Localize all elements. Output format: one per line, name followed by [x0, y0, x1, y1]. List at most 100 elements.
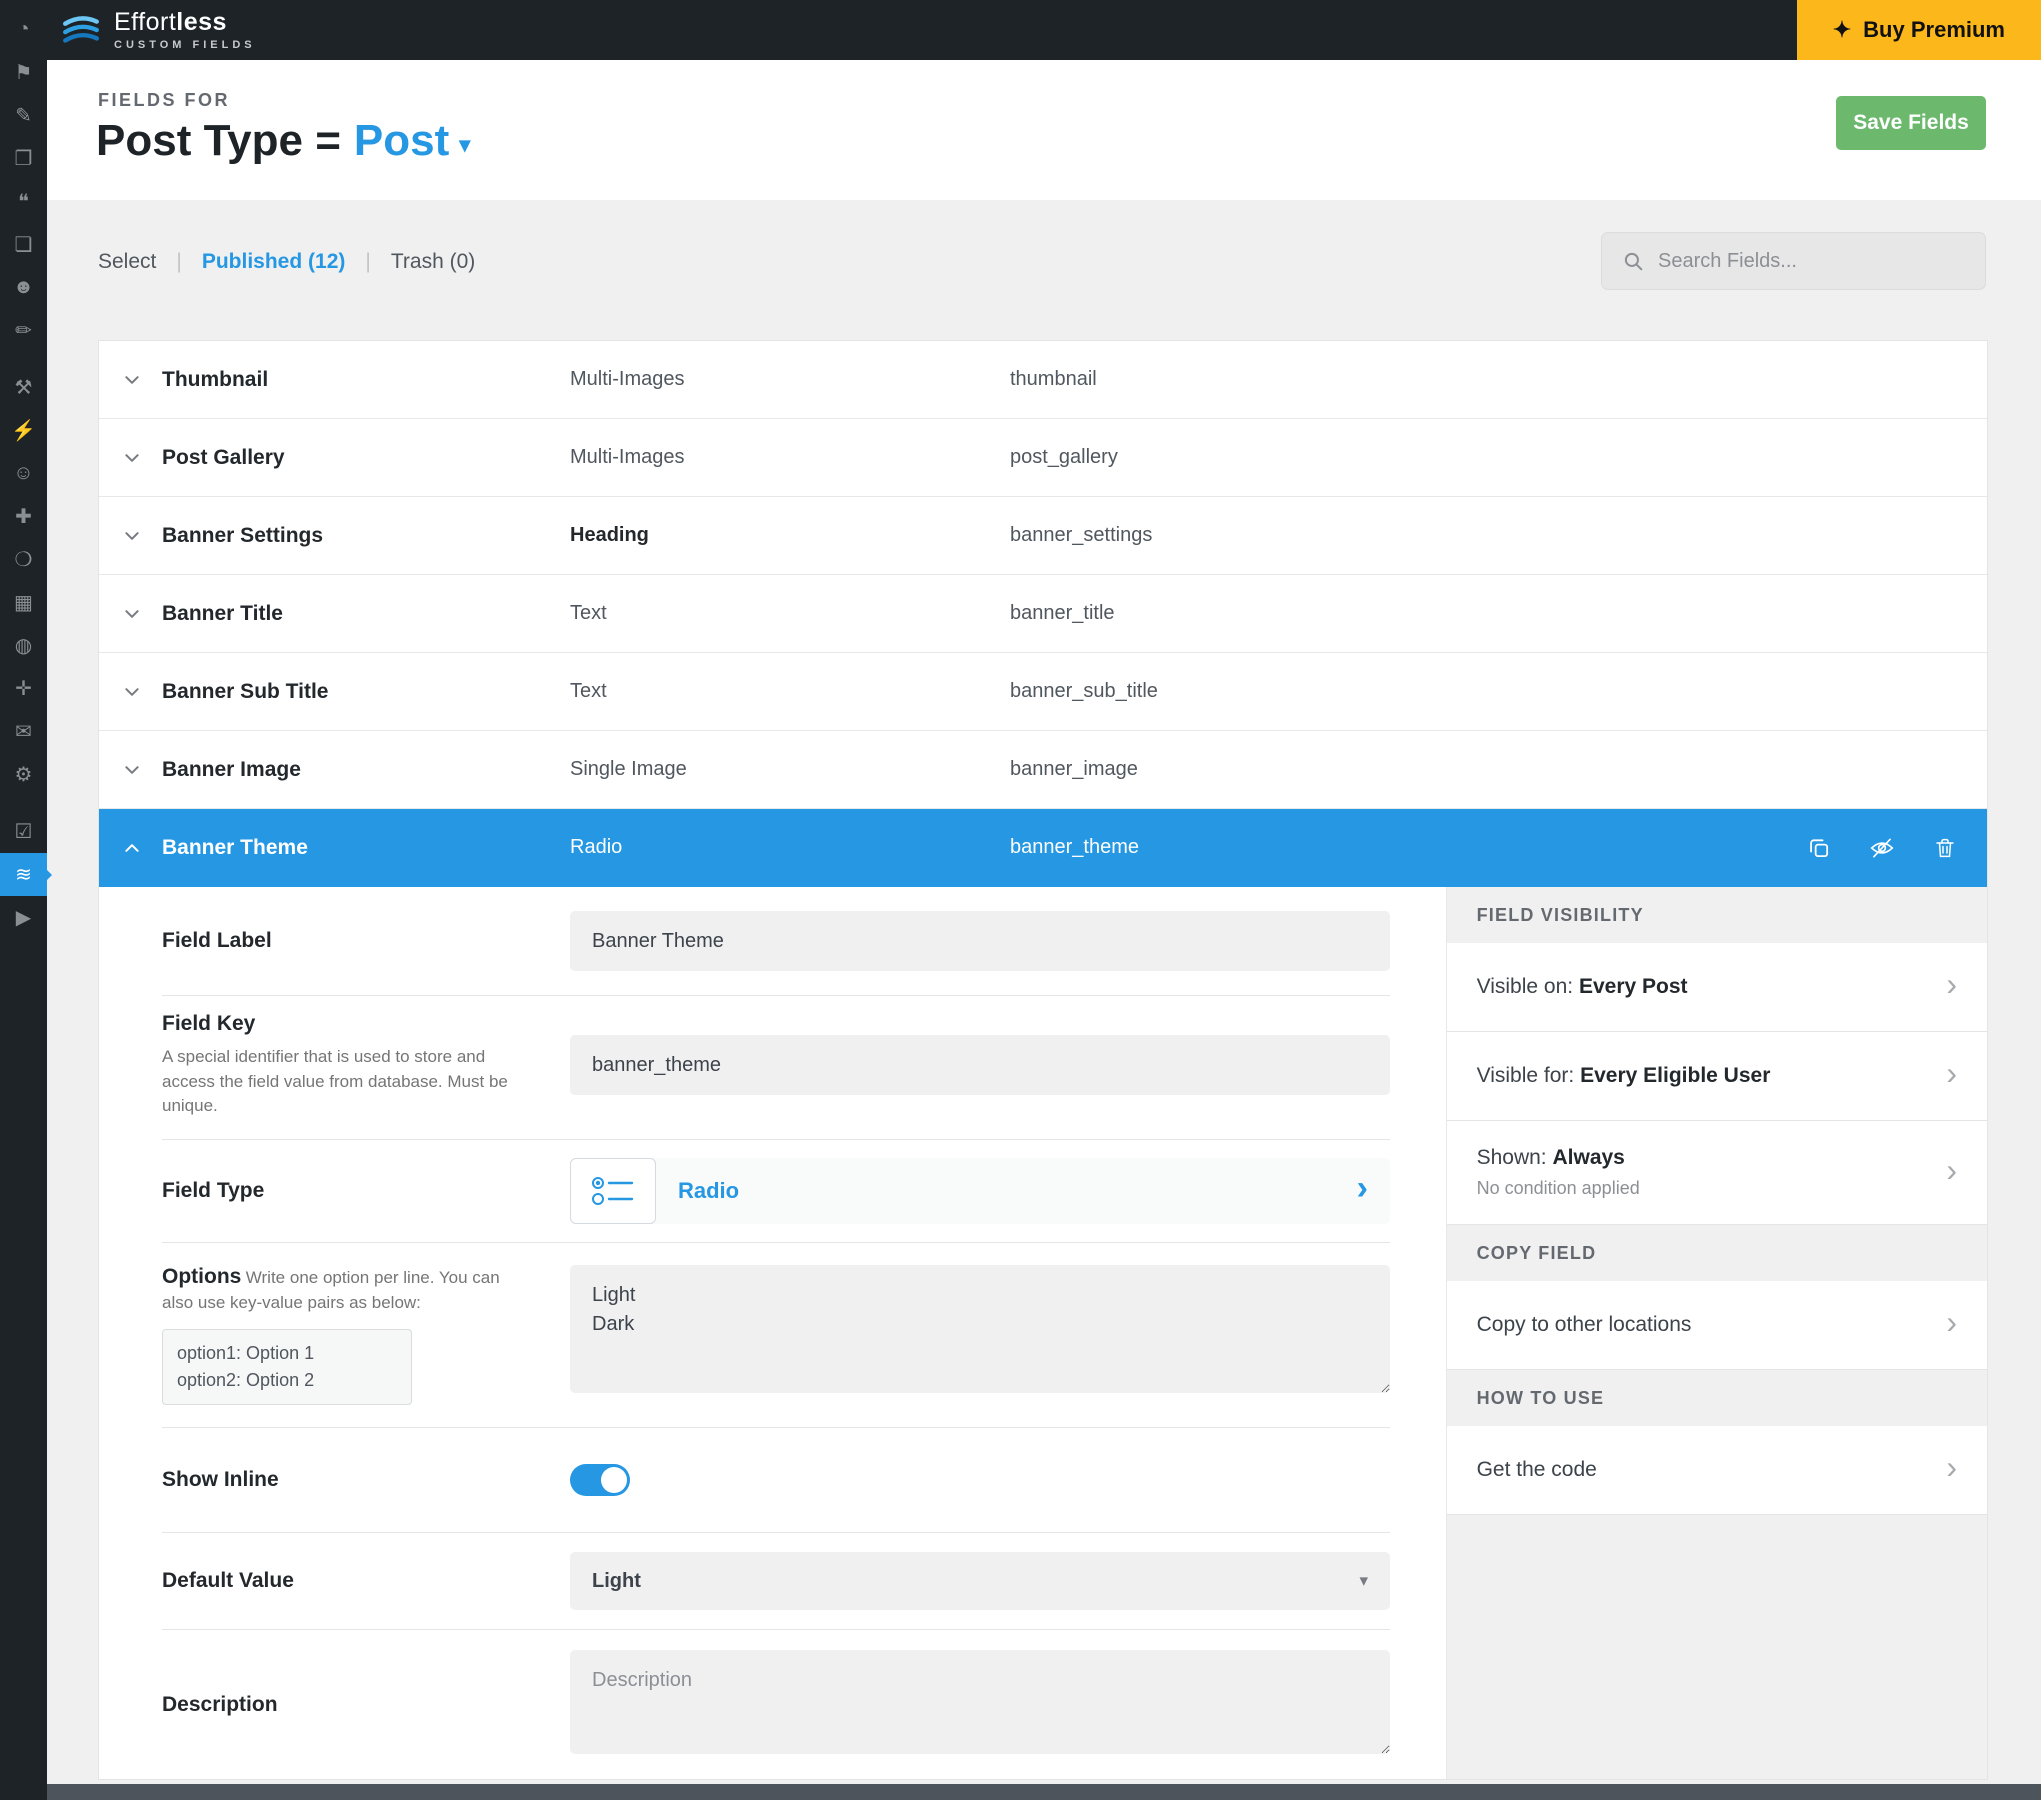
- how-to-use-header: HOW TO USE: [1476, 1387, 1605, 1408]
- chevron-right-icon: ›: [1946, 1449, 1957, 1485]
- video-icon[interactable]: ▶: [0, 896, 47, 939]
- posts-icon[interactable]: ✎: [0, 94, 47, 137]
- tab-select[interactable]: Select: [98, 250, 156, 274]
- hide-eye-off-icon[interactable]: [1869, 835, 1895, 861]
- chevron-down-icon[interactable]: [123, 761, 153, 779]
- options-textarea[interactable]: Light Dark: [570, 1264, 1390, 1393]
- field-type: Text: [570, 602, 607, 624]
- chevron-right-icon: ›: [1946, 1151, 1957, 1188]
- search-icon: [1624, 252, 1643, 271]
- description-label: Description: [162, 1692, 278, 1716]
- chevron-down-icon[interactable]: [123, 371, 153, 389]
- cloud-icon[interactable]: ❍: [0, 538, 47, 581]
- chevron-down-icon[interactable]: [123, 449, 153, 467]
- field-name: Banner Settings: [162, 523, 324, 547]
- field-row-thumbnail[interactable]: Thumbnail Multi-Images thumbnail: [99, 341, 1987, 419]
- sports-icon[interactable]: ◍: [0, 624, 47, 667]
- field-type-picker[interactable]: Radio ›: [570, 1157, 1390, 1224]
- post-type-selector[interactable]: Post: [354, 116, 449, 166]
- field-key-input[interactable]: banner_theme: [570, 1035, 1390, 1096]
- field-type: Multi-Images: [570, 446, 685, 468]
- show-inline-row: Show Inline: [162, 1428, 1390, 1534]
- copy-field-header: COPY FIELD: [1476, 1242, 1597, 1263]
- chevron-right-icon: ›: [1946, 1304, 1957, 1340]
- field-key: banner_theme: [1010, 836, 1139, 858]
- users-group-icon[interactable]: ☻: [0, 266, 47, 309]
- tab-published[interactable]: Published (12): [202, 250, 346, 274]
- sparkle-icon: ✦: [1832, 17, 1852, 42]
- duplicate-icon[interactable]: [1807, 836, 1831, 860]
- admin-topbar: Effortless CUSTOM FIELDS ✦ Buy Premium: [0, 0, 2041, 60]
- media-icon[interactable]: ❐: [0, 137, 47, 180]
- copy-to-other-locations-row[interactable]: Copy to other locations ›: [1446, 1281, 1987, 1370]
- get-code-text: Get the code: [1476, 1458, 1597, 1481]
- description-textarea[interactable]: [570, 1650, 1390, 1755]
- buy-premium-label: Buy Premium: [1863, 17, 2005, 42]
- mail-icon[interactable]: ✉: [0, 710, 47, 753]
- field-row-banner-settings[interactable]: Banner Settings Heading banner_settings: [99, 497, 1987, 575]
- settings-gear-icon[interactable]: ⚙: [0, 753, 47, 796]
- analytics-icon[interactable]: ▦: [0, 581, 47, 624]
- field-label-input[interactable]: Banner Theme: [570, 911, 1390, 971]
- bottom-edge: [47, 1784, 2041, 1800]
- move-icon[interactable]: ✛: [0, 667, 47, 710]
- pin-icon[interactable]: ⚑: [0, 51, 47, 94]
- chevron-down-icon[interactable]: [123, 605, 153, 623]
- tab-separator: |: [176, 250, 182, 273]
- chevron-right-icon: ›: [1946, 966, 1957, 1002]
- field-editor: Field Label Banner Theme Field Key A spe…: [99, 887, 1987, 1780]
- editor-icon[interactable]: ✏: [0, 309, 47, 352]
- get-the-code-row[interactable]: Get the code ›: [1446, 1426, 1987, 1515]
- shown-row[interactable]: Shown: Always No condition applied ›: [1446, 1121, 1987, 1225]
- shown-text: Shown: Always No condition applied: [1476, 1146, 1640, 1198]
- trash-icon[interactable]: [1933, 836, 1957, 860]
- save-fields-button[interactable]: Save Fields: [1836, 96, 1986, 150]
- field-row-banner-sub-title[interactable]: Banner Sub Title Text banner_sub_title: [99, 653, 1987, 731]
- field-row-banner-theme-expanded[interactable]: Banner Theme Radio banner_theme: [99, 809, 1987, 887]
- options-row: Options Write one option per line. You c…: [162, 1243, 1390, 1429]
- field-key-help: A special identifier that is used to sto…: [162, 1047, 508, 1116]
- chevron-up-icon[interactable]: [123, 839, 153, 857]
- search-fields-input[interactable]: [1658, 249, 1965, 273]
- field-type: Single Image: [570, 758, 687, 780]
- pages-icon[interactable]: ❏: [0, 223, 47, 266]
- field-row-banner-image[interactable]: Banner Image Single Image banner_image: [99, 731, 1987, 809]
- default-value-row: Default Value Light ▾: [162, 1533, 1390, 1631]
- health-icon[interactable]: ✚: [0, 495, 47, 538]
- buy-premium-button[interactable]: ✦ Buy Premium: [1796, 0, 2041, 60]
- field-name: Post Gallery: [162, 445, 285, 469]
- brand-subtitle: CUSTOM FIELDS: [114, 38, 256, 51]
- default-value-select[interactable]: Light ▾: [570, 1552, 1390, 1611]
- field-key: post_gallery: [1010, 446, 1118, 468]
- comments-icon[interactable]: ❝: [0, 180, 47, 223]
- field-type-value: Radio: [678, 1177, 740, 1203]
- approvals-icon[interactable]: ☑: [0, 810, 47, 853]
- field-key: thumbnail: [1010, 368, 1097, 390]
- field-key: banner_sub_title: [1010, 680, 1158, 702]
- tools-icon[interactable]: ⚒: [0, 366, 47, 409]
- visible-on-row[interactable]: Visible on: Every Post ›: [1446, 943, 1987, 1032]
- default-value-label: Default Value: [162, 1569, 294, 1593]
- options-example: option1: Option 1 option2: Option 2: [162, 1329, 412, 1406]
- visible-for-row[interactable]: Visible for: Every Eligible User ›: [1446, 1032, 1987, 1121]
- chevron-down-icon[interactable]: [123, 527, 153, 545]
- profile-icon[interactable]: ☺: [0, 452, 47, 495]
- field-type: Text: [570, 680, 607, 702]
- plugin-logo[interactable]: Effortless CUSTOM FIELDS: [60, 9, 256, 51]
- field-key: banner_settings: [1010, 524, 1153, 546]
- dropdown-caret-icon: ▾: [1359, 1571, 1368, 1591]
- chevron-right-icon: ›: [1946, 1055, 1957, 1091]
- chevron-down-icon[interactable]: [123, 683, 153, 701]
- performance-icon[interactable]: ⚡: [0, 409, 47, 452]
- field-row-banner-title[interactable]: Banner Title Text banner_title: [99, 575, 1987, 653]
- field-row-post-gallery[interactable]: Post Gallery Multi-Images post_gallery: [99, 419, 1987, 497]
- page-title: Post Type = Post ▾: [96, 116, 470, 166]
- dashboard-icon[interactable]: ◔: [0, 8, 47, 51]
- field-editor-form: Field Label Banner Theme Field Key A spe…: [99, 887, 1446, 1779]
- field-type: Multi-Images: [570, 368, 685, 390]
- tab-trash[interactable]: Trash (0): [391, 250, 475, 274]
- field-name: Thumbnail: [162, 367, 269, 391]
- effortless-custom-fields-menu-icon[interactable]: ≋: [0, 853, 52, 896]
- show-inline-toggle[interactable]: [570, 1464, 630, 1497]
- chevron-down-icon: ▾: [459, 132, 471, 157]
